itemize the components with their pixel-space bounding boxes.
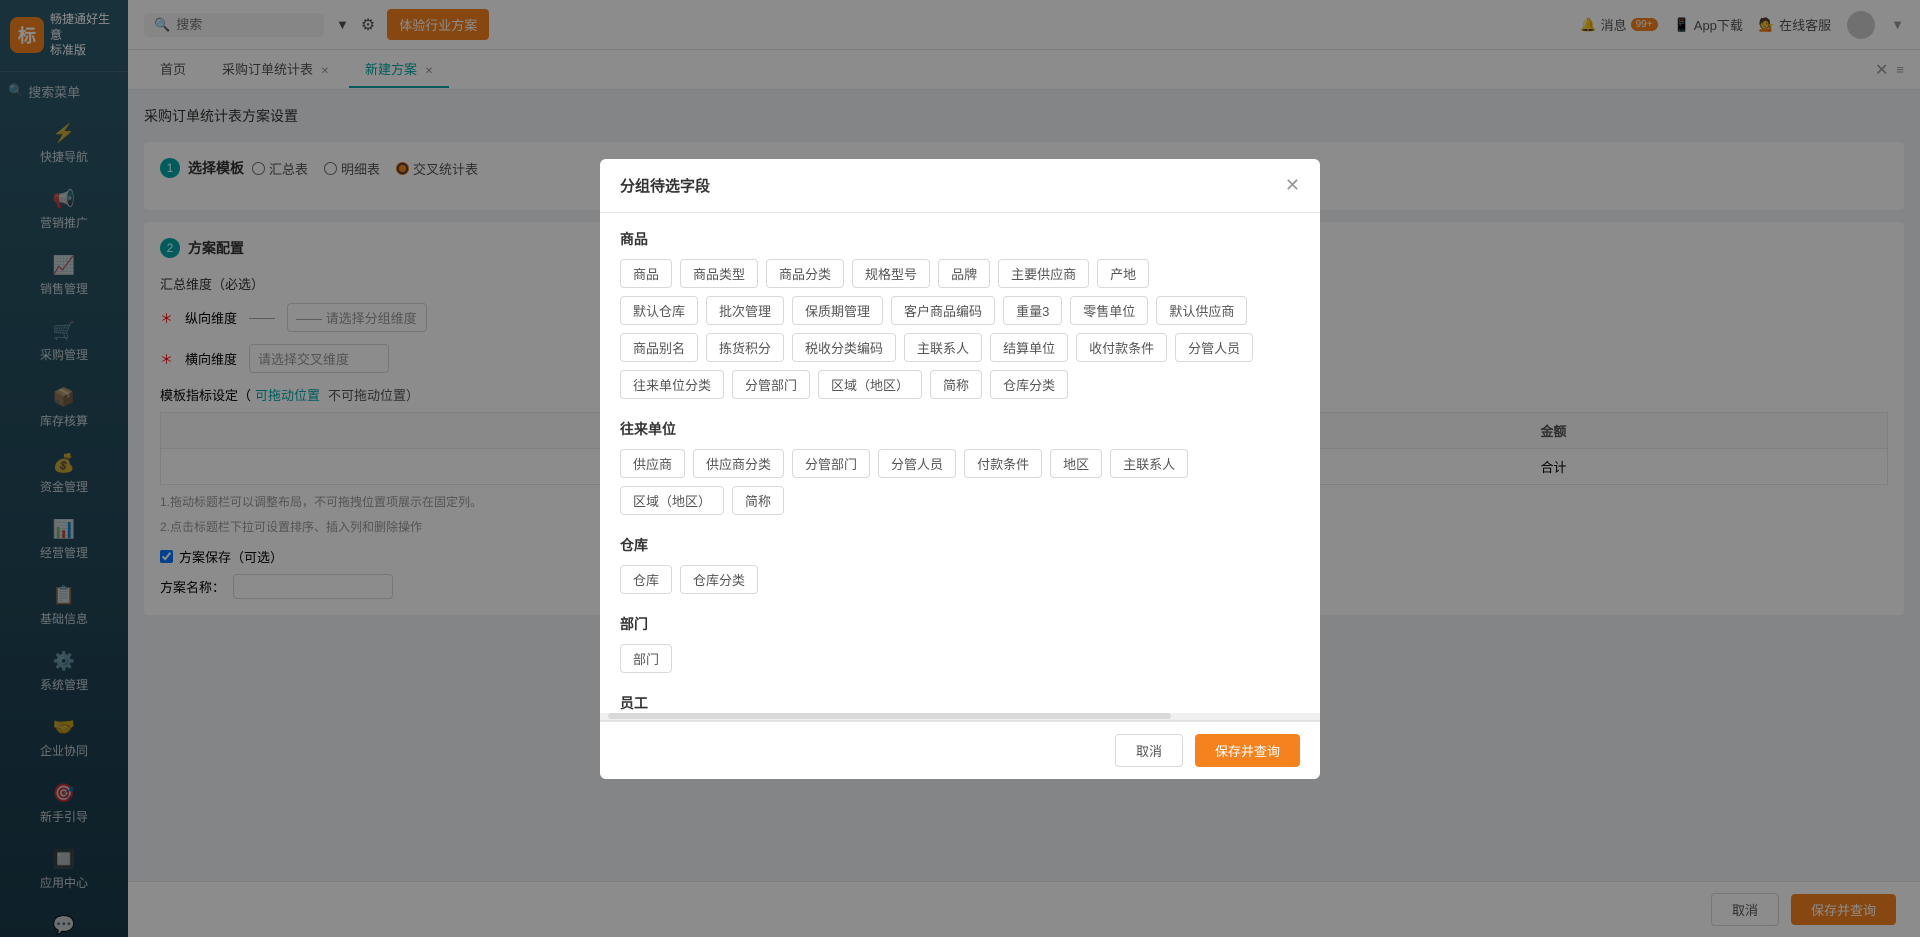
field-tag-product[interactable]: 商品 [620,259,672,288]
field-tag-quality-mgmt[interactable]: 保质期管理 [792,296,883,325]
product-field-tags-4: 往来单位分类 分管部门 区域（地区） 简称 仓库分类 [620,370,1300,399]
employee-group-title: 员工 [620,693,1300,713]
field-tag-weight3[interactable]: 重量3 [1003,296,1062,325]
modal: 分组待选字段 ✕ 商品 商品 商品类型 商品分类 规格型号 品牌 主要供应商 产… [600,159,1320,779]
modal-footer: 取消 保存并查询 [600,721,1320,779]
department-field-tags: 部门 [620,644,1300,673]
field-tag-counterpart-dept[interactable]: 分管部门 [792,449,870,478]
field-tag-supplier[interactable]: 供应商 [620,449,685,478]
field-tag-payment-terms[interactable]: 收付款条件 [1076,333,1167,362]
counterpart-group-title: 往来单位 [620,419,1300,439]
field-tag-product-category[interactable]: 商品分类 [766,259,844,288]
field-tag-warehouse-category[interactable]: 仓库分类 [990,370,1068,399]
field-tag-main-supplier[interactable]: 主要供应商 [998,259,1089,288]
field-tag-customer-code[interactable]: 客户商品编码 [891,296,995,325]
hscroll-thumb [608,713,1171,719]
modal-hscroll[interactable] [600,713,1320,720]
field-tag-counterpart-region[interactable]: 区域（地区） [620,486,724,515]
field-tag-counterpart-contact[interactable]: 主联系人 [1110,449,1188,478]
field-group-employee: 员工 业务员 [620,693,1300,714]
counterpart-field-tags-2: 区域（地区） 简称 [620,486,1300,515]
field-group-product: 商品 商品 商品类型 商品分类 规格型号 品牌 主要供应商 产地 默认仓库 批次… [620,229,1300,399]
field-tag-default-supplier[interactable]: 默认供应商 [1156,296,1247,325]
field-tag-warehouse[interactable]: 仓库 [620,565,672,594]
field-tag-default-warehouse[interactable]: 默认仓库 [620,296,698,325]
modal-overlay[interactable]: 分组待选字段 ✕ 商品 商品 商品类型 商品分类 规格型号 品牌 主要供应商 产… [0,0,1920,937]
product-field-tags-2: 默认仓库 批次管理 保质期管理 客户商品编码 重量3 零售单位 默认供应商 [620,296,1300,325]
field-tag-abbr[interactable]: 简称 [930,370,982,399]
modal-close-button[interactable]: ✕ [1285,175,1300,196]
modal-title: 分组待选字段 [620,175,710,196]
modal-cancel-button[interactable]: 取消 [1115,734,1183,767]
field-tag-origin[interactable]: 产地 [1097,259,1149,288]
field-tag-counterpart-abbr[interactable]: 简称 [732,486,784,515]
field-tag-batch-mgmt[interactable]: 批次管理 [706,296,784,325]
field-tag-supervisor[interactable]: 分管人员 [1175,333,1253,362]
product-group-title: 商品 [620,229,1300,249]
field-tag-settlement-unit[interactable]: 结算单位 [990,333,1068,362]
field-tag-pick-score[interactable]: 拣货积分 [706,333,784,362]
field-tag-dept[interactable]: 分管部门 [732,370,810,399]
field-tag-counterpart-category[interactable]: 往来单位分类 [620,370,724,399]
field-tag-main-contact[interactable]: 主联系人 [904,333,982,362]
field-tag-product-type[interactable]: 商品类型 [680,259,758,288]
modal-body: 商品 商品 商品类型 商品分类 规格型号 品牌 主要供应商 产地 默认仓库 批次… [600,213,1320,714]
field-tag-department[interactable]: 部门 [620,644,672,673]
field-tag-supplier-category[interactable]: 供应商分类 [693,449,784,478]
field-group-counterpart: 往来单位 供应商 供应商分类 分管部门 分管人员 付款条件 地区 主联系人 区域… [620,419,1300,515]
field-tag-payment-cond[interactable]: 付款条件 [964,449,1042,478]
field-group-department: 部门 部门 [620,614,1300,673]
product-field-tags-3: 商品别名 拣货积分 税收分类编码 主联系人 结算单位 收付款条件 分管人员 [620,333,1300,362]
field-tag-product-alias[interactable]: 商品别名 [620,333,698,362]
product-field-tags: 商品 商品类型 商品分类 规格型号 品牌 主要供应商 产地 [620,259,1300,288]
field-group-warehouse: 仓库 仓库 仓库分类 [620,535,1300,594]
modal-header: 分组待选字段 ✕ [600,159,1320,213]
department-group-title: 部门 [620,614,1300,634]
warehouse-group-title: 仓库 [620,535,1300,555]
field-tag-spec-model[interactable]: 规格型号 [852,259,930,288]
field-tag-tax-code[interactable]: 税收分类编码 [792,333,896,362]
warehouse-field-tags: 仓库 仓库分类 [620,565,1300,594]
field-tag-retail-unit[interactable]: 零售单位 [1070,296,1148,325]
field-tag-brand[interactable]: 品牌 [938,259,990,288]
field-tag-warehouse-cat[interactable]: 仓库分类 [680,565,758,594]
counterpart-field-tags: 供应商 供应商分类 分管部门 分管人员 付款条件 地区 主联系人 [620,449,1300,478]
field-tag-region[interactable]: 区域（地区） [818,370,922,399]
modal-confirm-button[interactable]: 保存并查询 [1195,734,1300,767]
field-tag-counterpart-supervisor[interactable]: 分管人员 [878,449,956,478]
field-tag-area[interactable]: 地区 [1050,449,1102,478]
